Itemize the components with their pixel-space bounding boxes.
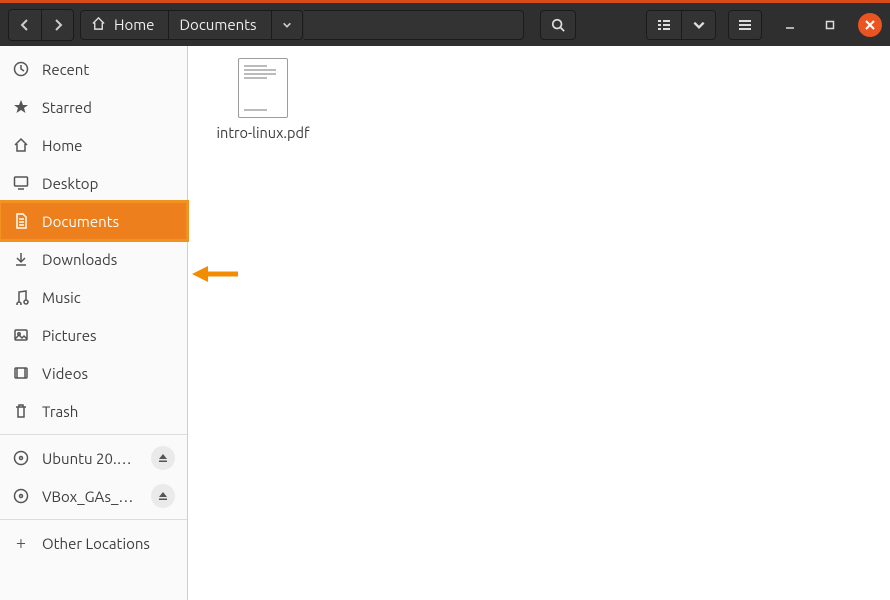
view-options-button[interactable] [681,11,715,39]
document-icon [12,213,30,229]
pictures-icon [12,327,30,343]
sidebar-item-label: Starred [42,99,175,116]
eject-button[interactable] [151,446,175,470]
sidebar-item-music[interactable]: Music [0,278,187,316]
sidebar-divider [0,519,187,520]
list-icon [657,18,671,32]
minimize-button[interactable] [778,13,802,37]
desktop-icon [12,175,30,191]
chevron-down-icon [282,20,292,30]
toolbar: Home Documents [0,3,890,46]
chevron-left-icon [20,19,30,31]
trash-icon [12,403,30,419]
pdf-thumbnail-icon [238,58,288,118]
star-icon [12,99,30,115]
minimize-icon [785,20,795,30]
sidebar-item-label: Ubuntu 20.1… [42,450,139,467]
sidebar-item-label: Videos [42,365,175,382]
sidebar-mount-vbox[interactable]: VBox_GAs_6.… [0,477,187,515]
sidebar-item-recent[interactable]: Recent [0,50,187,88]
close-icon [865,20,875,30]
forward-button[interactable] [41,10,73,40]
sidebar-item-label: Documents [42,213,175,230]
maximize-button[interactable] [818,13,842,37]
download-icon [12,251,30,267]
file-item[interactable]: intro-linux.pdf [208,58,318,141]
menu-button[interactable] [728,10,762,40]
home-icon [91,16,106,34]
maximize-icon [825,20,835,30]
path-segment-label: Home [114,16,154,33]
videos-icon [12,365,30,381]
sidebar-item-pictures[interactable]: Pictures [0,316,187,354]
sidebar-item-downloads[interactable]: Downloads [0,240,187,278]
plus-icon: + [12,533,30,553]
sidebar-item-label: VBox_GAs_6.… [42,488,139,505]
search-icon [551,18,565,32]
sidebar-item-label: Desktop [42,175,175,192]
list-view-button[interactable] [647,11,681,39]
sidebar-item-videos[interactable]: Videos [0,354,187,392]
sidebar-item-label: Other Locations [42,535,175,552]
sidebar-item-home[interactable]: Home [0,126,187,164]
chevron-right-icon [53,19,63,31]
eject-icon [158,491,168,501]
home-icon [12,137,30,153]
path-bar-extension[interactable] [304,10,524,40]
hamburger-icon [738,19,752,31]
sidebar-divider [0,434,187,435]
back-button[interactable] [9,10,41,40]
sidebar-item-label: Music [42,289,175,306]
eject-icon [158,453,168,463]
sidebar: Recent Starred Home Desktop Documents Do… [0,46,188,600]
path-segment-home[interactable]: Home [81,11,169,39]
sidebar-item-label: Pictures [42,327,175,344]
eject-button[interactable] [151,484,175,508]
view-mode-group [646,10,716,40]
file-grid[interactable]: intro-linux.pdf [188,46,890,600]
path-segment-label: Documents [179,16,256,33]
disc-icon [12,488,30,504]
sidebar-item-documents[interactable]: Documents [0,202,187,240]
path-bar: Home Documents [80,10,303,40]
clock-icon [12,61,30,77]
nav-group [8,9,74,41]
path-segment-current[interactable]: Documents [169,11,271,39]
music-icon [12,289,30,305]
file-name-label: intro-linux.pdf [217,124,310,141]
disc-icon [12,450,30,466]
sidebar-mount-ubuntu[interactable]: Ubuntu 20.1… [0,439,187,477]
sidebar-item-starred[interactable]: Starred [0,88,187,126]
sidebar-item-label: Downloads [42,251,175,268]
sidebar-item-label: Trash [42,403,175,420]
sidebar-item-other-locations[interactable]: + Other Locations [0,524,187,562]
sidebar-item-trash[interactable]: Trash [0,392,187,430]
search-button[interactable] [540,10,576,40]
sidebar-item-label: Home [42,137,175,154]
sidebar-item-desktop[interactable]: Desktop [0,164,187,202]
path-dropdown-button[interactable] [272,11,302,39]
sidebar-item-label: Recent [42,61,175,78]
close-button[interactable] [858,13,882,37]
chevron-down-icon [692,18,706,32]
